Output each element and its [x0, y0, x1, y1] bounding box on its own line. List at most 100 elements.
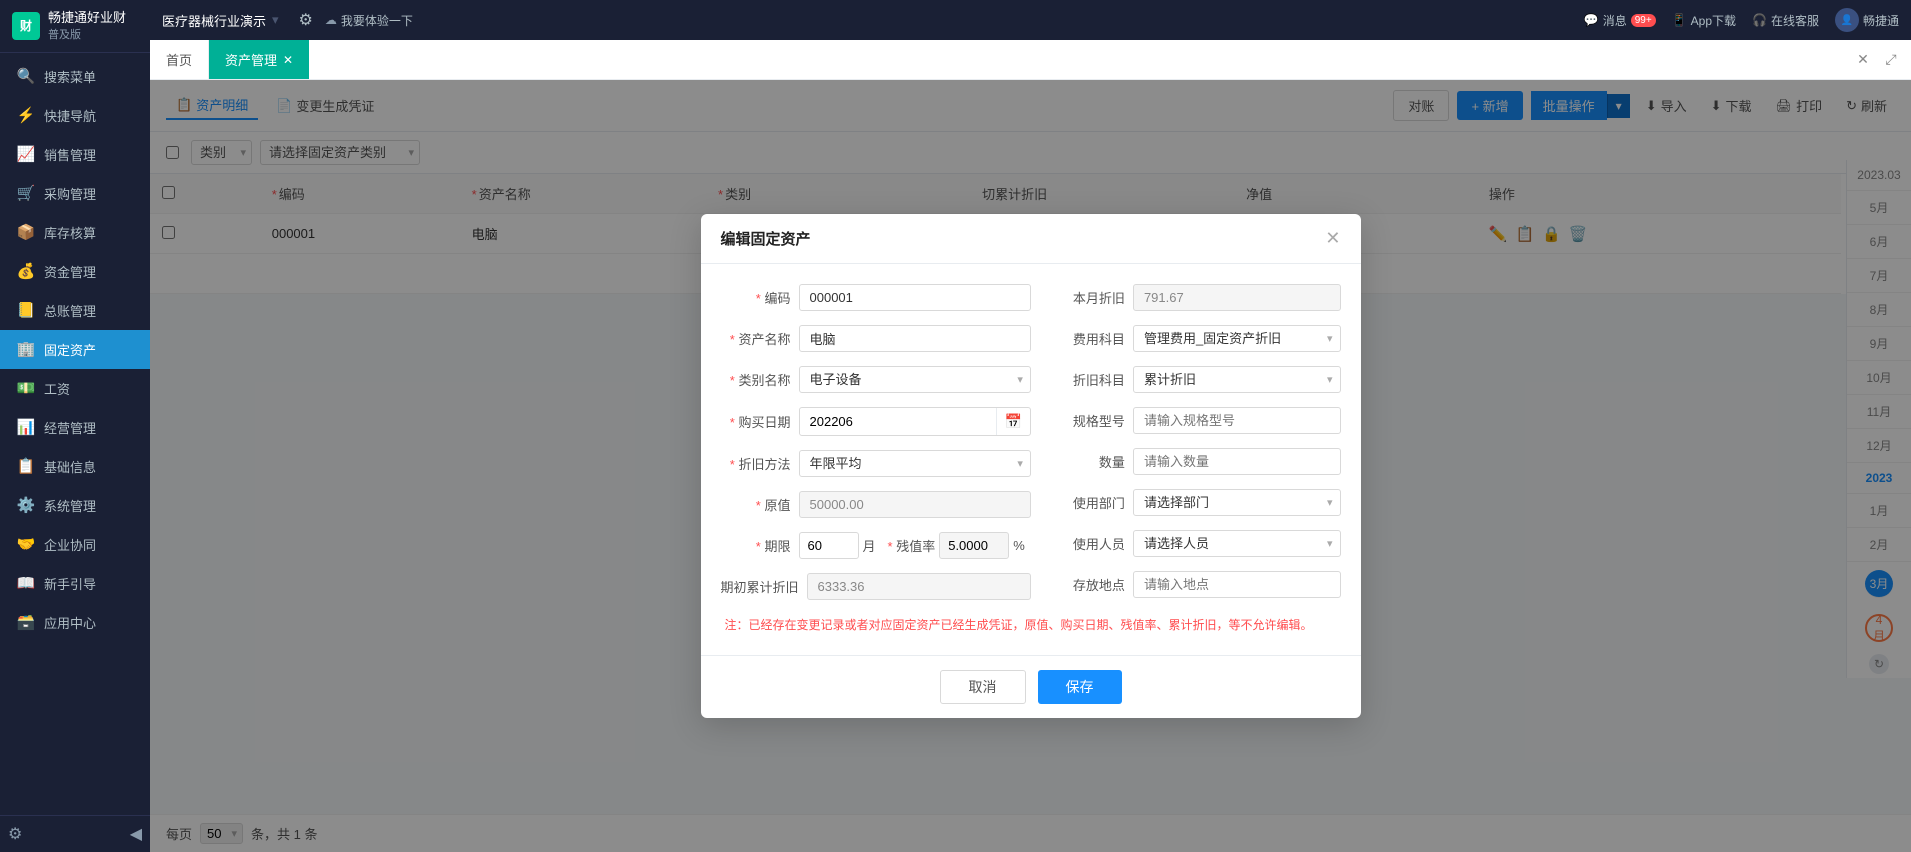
- user-select-wrapper: 请选择人员: [1133, 530, 1341, 557]
- modal-close-icon[interactable]: ✕: [1325, 228, 1340, 249]
- residual-rate-label: * 残值率: [888, 536, 936, 555]
- system-icon: ⚙️: [16, 496, 36, 514]
- window-maximize-btn[interactable]: ⤢: [1879, 48, 1903, 72]
- sidebar-item-search[interactable]: 🔍 搜索菜单: [0, 57, 150, 96]
- form-row-expense-account: 费用科目 管理费用_固定资产折旧: [1055, 325, 1341, 352]
- topbar: 医疗器械行业演示 ▾ ⚙ ☁ 我要体验一下 💬 消息 99+ 📱 App下载 🎧…: [150, 0, 1911, 40]
- online-service-btn[interactable]: 🎧 在线客服: [1752, 12, 1819, 29]
- cancel-button[interactable]: 取消: [940, 670, 1026, 704]
- form-row-initial-dep: 期初累计折旧: [721, 573, 1031, 600]
- quantity-input[interactable]: [1133, 448, 1341, 475]
- sidebar-item-guide[interactable]: 📖 新手引导: [0, 564, 150, 603]
- save-button[interactable]: 保存: [1038, 670, 1122, 704]
- message-btn[interactable]: 💬 消息 99+: [1584, 12, 1656, 29]
- message-icon: 💬: [1584, 13, 1599, 27]
- logo-icon: 财: [12, 12, 40, 40]
- edit-asset-modal: 编辑固定资产 ✕ * 编码: [701, 214, 1361, 718]
- user-label: 使用人员: [1055, 534, 1125, 553]
- category-select-modal[interactable]: 电子设备: [799, 366, 1031, 393]
- message-badge: 99+: [1631, 14, 1656, 27]
- salary-icon: 💵: [16, 379, 36, 397]
- sidebar-item-salary[interactable]: 💵 工资: [0, 369, 150, 408]
- ledger-icon: 📒: [16, 301, 36, 319]
- settings-bottom-icon[interactable]: ⚙: [8, 824, 22, 844]
- category-select-wrapper-modal: 电子设备: [799, 366, 1031, 393]
- dep-account-select[interactable]: 累计折旧: [1133, 366, 1341, 393]
- sidebar-item-purchase[interactable]: 🛒 采购管理: [0, 174, 150, 213]
- form-row-purchase-date: * 购买日期 📅: [721, 407, 1031, 436]
- purchase-date-input[interactable]: [800, 409, 996, 434]
- code-input[interactable]: [799, 284, 1031, 311]
- search-icon: 🔍: [16, 67, 36, 85]
- money-icon: 💰: [16, 262, 36, 280]
- sidebar-item-operation[interactable]: 📊 经营管理: [0, 408, 150, 447]
- category-label: * 类别名称: [721, 370, 791, 389]
- logo-text: 畅捷通好业财 普及版: [48, 10, 126, 42]
- location-input[interactable]: [1133, 571, 1341, 598]
- sidebar-item-finance[interactable]: 💰 资金管理: [0, 252, 150, 291]
- department-select[interactable]: 请选择部门: [1133, 489, 1341, 516]
- sidebar-item-apps[interactable]: 🗃️ 应用中心: [0, 603, 150, 642]
- sidebar: 财 畅捷通好业财 普及版 🔍 搜索菜单 ⚡ 快捷导航 📈 销售管理 🛒 采购管理…: [0, 0, 150, 852]
- basic-icon: 📋: [16, 457, 36, 475]
- chart-icon: 📈: [16, 145, 36, 163]
- main-area: 医疗器械行业演示 ▾ ⚙ ☁ 我要体验一下 💬 消息 99+ 📱 App下载 🎧…: [150, 0, 1911, 852]
- form-row-asset-name: * 资产名称: [721, 325, 1031, 352]
- sidebar-item-sales[interactable]: 📈 销售管理: [0, 135, 150, 174]
- collapse-icon[interactable]: ◀: [130, 824, 142, 844]
- user-btn[interactable]: 👤 畅捷通: [1835, 8, 1899, 32]
- divider: ▾: [272, 12, 279, 28]
- dep-method-select[interactable]: 年限平均: [799, 450, 1031, 477]
- settings-btn[interactable]: ⚙: [299, 10, 313, 30]
- form-left-col: * 编码 * 资产名称: [721, 284, 1031, 600]
- department-select-wrapper: 请选择部门: [1133, 489, 1341, 516]
- tab-asset-management[interactable]: 资产管理 ✕: [209, 40, 309, 79]
- modal-form: * 编码 * 资产名称: [721, 284, 1341, 600]
- sidebar-item-general[interactable]: 📒 总账管理: [0, 291, 150, 330]
- initial-dep-input[interactable]: [807, 573, 1031, 600]
- residual-rate-input[interactable]: [939, 532, 1009, 559]
- box-icon: 📦: [16, 223, 36, 241]
- sidebar-header: 财 畅捷通好业财 普及版: [0, 0, 150, 53]
- expense-account-select[interactable]: 管理费用_固定资产折旧: [1133, 325, 1341, 352]
- purchase-date-input-wrapper: 📅: [799, 407, 1031, 436]
- sidebar-bottom: ⚙ ◀: [0, 815, 150, 852]
- modal-title: 编辑固定资产: [721, 228, 811, 249]
- purchase-date-label: * 购买日期: [721, 412, 791, 431]
- app-download-btn[interactable]: 📱 App下载: [1672, 12, 1736, 29]
- asset-name-input[interactable]: [799, 325, 1031, 352]
- sidebar-nav: 🔍 搜索菜单 ⚡ 快捷导航 📈 销售管理 🛒 采购管理 📦 库存核算 💰 资金管…: [0, 53, 150, 815]
- dep-account-select-wrapper: 累计折旧: [1133, 366, 1341, 393]
- period-input-wrapper: 月 * 残值率 %: [799, 532, 1025, 559]
- spec-input[interactable]: [1133, 407, 1341, 434]
- sidebar-item-inventory[interactable]: 📦 库存核算: [0, 213, 150, 252]
- guide-icon: 📖: [16, 574, 36, 592]
- original-value-input[interactable]: [799, 491, 1031, 518]
- sidebar-item-coop[interactable]: 🤝 企业协同: [0, 525, 150, 564]
- spec-label: 规格型号: [1055, 411, 1125, 430]
- asset-name-label: * 资产名称: [721, 329, 791, 348]
- download-icon: 📱: [1672, 13, 1687, 27]
- tab-close-icon[interactable]: ✕: [283, 53, 293, 67]
- coop-icon: 🤝: [16, 535, 36, 553]
- sidebar-item-quick[interactable]: ⚡ 快捷导航: [0, 96, 150, 135]
- window-close-btn[interactable]: ✕: [1851, 48, 1875, 72]
- company-name: 医疗器械行业演示 ▾: [162, 11, 279, 30]
- feedback-btn[interactable]: ☁ 我要体验一下: [325, 12, 413, 29]
- form-row-code: * 编码: [721, 284, 1031, 311]
- tab-home[interactable]: 首页: [150, 40, 209, 79]
- sidebar-item-system[interactable]: ⚙️ 系统管理: [0, 486, 150, 525]
- sidebar-item-basic[interactable]: 📋 基础信息: [0, 447, 150, 486]
- dep-method-label: * 折旧方法: [721, 454, 791, 473]
- form-row-original-value: * 原值: [721, 491, 1031, 518]
- location-label: 存放地点: [1055, 575, 1125, 594]
- form-row-category: * 类别名称 电子设备: [721, 366, 1031, 393]
- modal-footer: 取消 保存: [701, 655, 1361, 718]
- form-row-period: * 期限 月 * 残值率: [721, 532, 1031, 559]
- user-select[interactable]: 请选择人员: [1133, 530, 1341, 557]
- period-input[interactable]: [799, 532, 859, 559]
- period-unit: 月: [863, 536, 876, 555]
- sidebar-item-fixed-assets[interactable]: 🏢 固定资产: [0, 330, 150, 369]
- tabbar: 首页 资产管理 ✕ ✕ ⤢: [150, 40, 1911, 80]
- calendar-icon[interactable]: 📅: [996, 408, 1030, 435]
